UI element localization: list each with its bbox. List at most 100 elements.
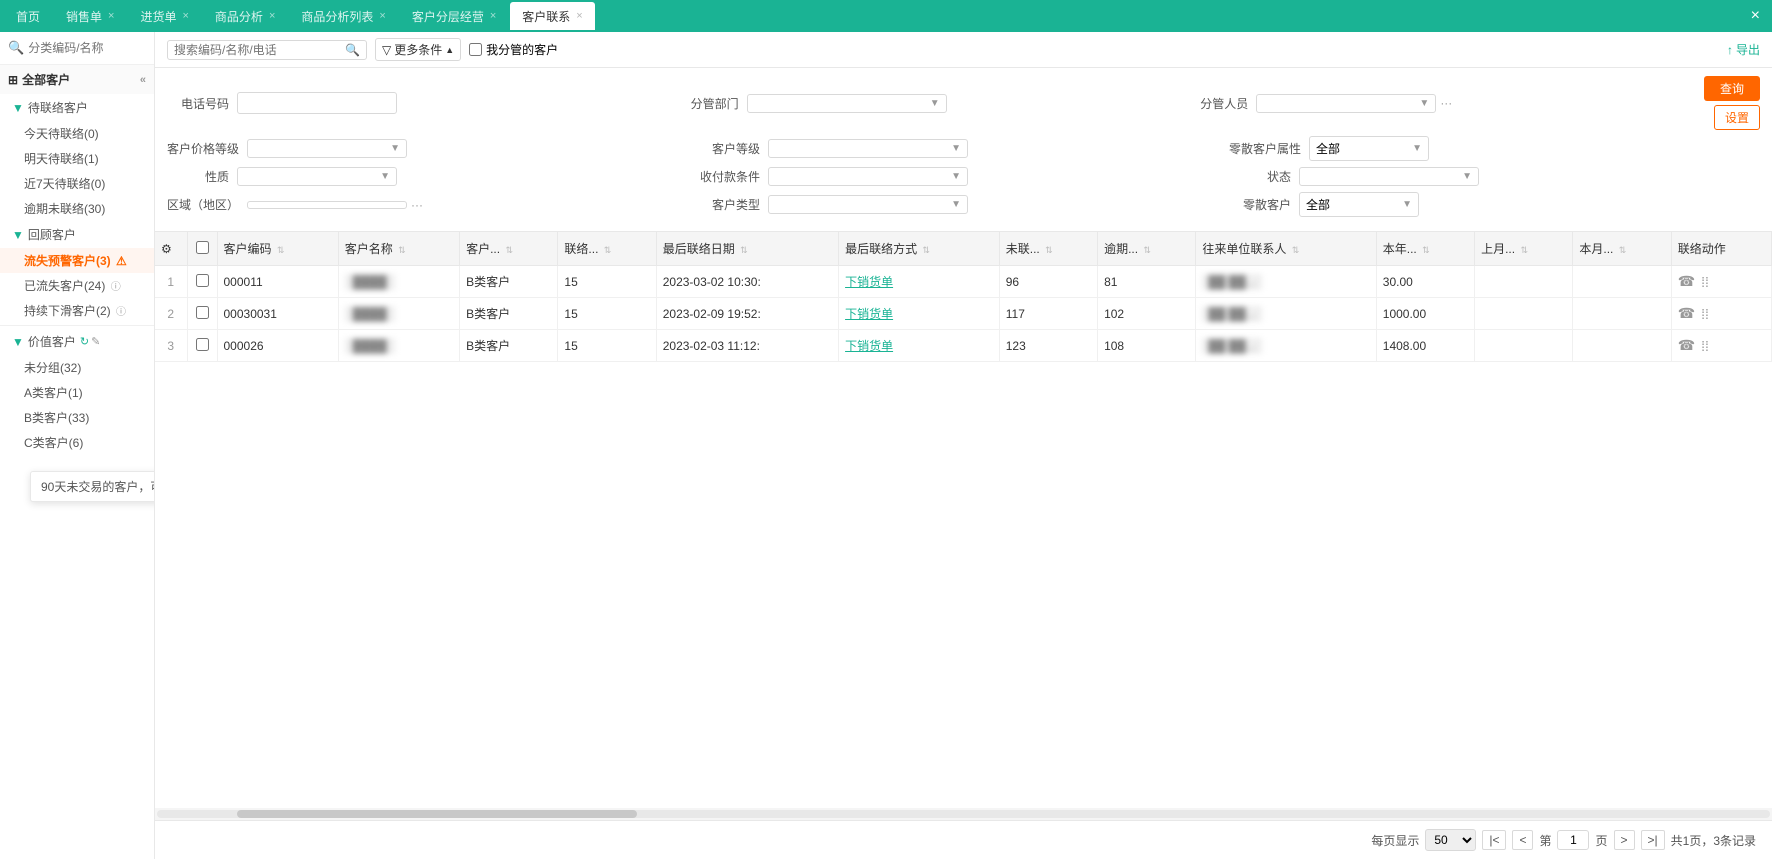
tab-purchase[interactable]: 进货单 × [128,2,200,30]
method-link[interactable]: 下销货单 [845,307,893,321]
col-lastdate-header[interactable]: 最后联络日期 ⇅ [656,232,838,266]
query-button[interactable]: 查询 [1704,76,1760,101]
sidebar-item-tomorrow[interactable]: 明天待联络(1) [0,146,154,171]
export-button[interactable]: ↑ 导出 [1727,41,1760,58]
content-area: 🔍 ▽ 更多条件 ▲ 我分管的客户 ↑ 导出 电话号码 [155,32,1772,859]
tab-product-list[interactable]: 商品分析列表 × [289,2,397,30]
sidebar-item-b-class[interactable]: B类客户(33) [0,405,154,430]
sidebar-item-declining[interactable]: 持续下滑客户(2) ⓘ [0,298,154,323]
row-checkbox-cell[interactable] [187,266,217,298]
region-dots[interactable]: ··· [407,198,427,212]
first-page-button[interactable]: |< [1482,830,1506,850]
page-number-input[interactable] [1557,830,1589,850]
nature-select[interactable]: ▼ [237,167,397,186]
my-customers-check[interactable] [469,43,482,56]
tab-sales-close[interactable]: × [108,10,114,22]
prev-page-button[interactable]: < [1512,830,1533,850]
row-checkbox[interactable] [196,338,209,351]
col-lastmethod-header[interactable]: 最后联络方式 ⇅ [839,232,1000,266]
col-code-header[interactable]: 客户编码 ⇅ [217,232,338,266]
row-checkbox-cell[interactable] [187,298,217,330]
sidebar-item-c-class[interactable]: C类客户(6) [0,430,154,455]
manager-select[interactable]: ▼ [1256,94,1436,113]
col-name-header[interactable]: 客户名称 ⇅ [338,232,459,266]
row-last-method[interactable]: 下销货单 [839,298,1000,330]
row-checkbox[interactable] [196,274,209,287]
search-input[interactable] [174,43,341,57]
tab-product-analysis[interactable]: 商品分析 × [203,2,287,30]
tab-customer-tier-close[interactable]: × [490,10,496,22]
tab-sales[interactable]: 销售单 × [54,2,126,30]
retail-attr-select[interactable]: 全部 ▼ [1309,136,1429,161]
phone-input[interactable] [237,92,397,114]
customer-level-select[interactable]: ▼ [768,139,968,158]
sidebar-search-input[interactable] [28,41,146,55]
contact-icon[interactable]: ☎ [1678,273,1695,290]
tab-customer-contact[interactable]: 客户联系 × [510,2,594,30]
dept-label: 分管部门 [677,95,747,112]
sidebar-item-ungrouped[interactable]: 未分组(32) [0,355,154,380]
arrow-icon-pending: ▼ [12,101,24,115]
col-year-header[interactable]: 本年... ⇅ [1376,232,1474,266]
col-overdue-header[interactable]: 逾期... ⇅ [1098,232,1196,266]
sidebar-item-a-class[interactable]: A类客户(1) [0,380,154,405]
edit-icon[interactable]: ✎ [91,335,100,348]
table-row: 2 00030031 ████ B类客户 15 2023-02-09 19:52… [155,298,1772,330]
sidebar-item-churn-warning[interactable]: 流失预警客户(3) ⚠ [0,248,154,273]
scrollbar-thumb[interactable] [237,810,637,818]
horizontal-scrollbar[interactable] [155,808,1772,820]
row-last-method[interactable]: 下销货单 [839,330,1000,362]
sidebar-item-churned[interactable]: 已流失客户(24) ⓘ [0,273,154,298]
dept-select[interactable]: ▼ [747,94,947,113]
col-nocontact-header[interactable]: 未联... ⇅ [999,232,1097,266]
next-page-button[interactable]: > [1614,830,1635,850]
search-submit-icon[interactable]: 🔍 [345,43,360,57]
row-last-method[interactable]: 下销货单 [839,266,1000,298]
my-customers-checkbox[interactable]: 我分管的客户 [469,41,558,58]
status-select[interactable]: ▼ [1299,167,1479,186]
col-type-header[interactable]: 客户... ⇅ [460,232,558,266]
region-select[interactable] [247,201,407,209]
settings-button[interactable]: 设置 [1714,105,1760,130]
more-action-icon[interactable]: ⁞⁞ [1701,306,1709,322]
contact-icon[interactable]: ☎ [1678,337,1695,354]
tab-customer-tier[interactable]: 客户分层经营 × [400,2,508,30]
last-page-button[interactable]: >| [1641,830,1665,850]
sidebar-item-overdue-contact[interactable]: 逾期未联络(30) [0,196,154,221]
col-contact-header[interactable]: 联络... ⇅ [558,232,656,266]
method-link[interactable]: 下销货单 [845,339,893,353]
per-page-select[interactable]: 50 20 100 [1425,829,1476,851]
more-conditions-button[interactable]: ▽ 更多条件 ▲ [375,38,461,61]
tab-customer-contact-close[interactable]: × [576,10,582,22]
section-value-title[interactable]: ▼ 价值客户 ↻ ✎ [0,328,154,355]
price-level-select[interactable]: ▼ [247,139,407,158]
col-settings-header[interactable]: ⚙ [155,232,187,266]
tab-product-analysis-close[interactable]: × [269,10,275,22]
sidebar-collapse-btn[interactable]: « [140,74,146,86]
row-checkbox-cell[interactable] [187,330,217,362]
manager-more-dots[interactable]: ··· [1436,96,1456,110]
window-close-button[interactable]: × [1743,7,1768,25]
tab-purchase-close[interactable]: × [182,10,188,22]
method-link[interactable]: 下销货单 [845,275,893,289]
payment-select[interactable]: ▼ [768,167,968,186]
section-pending-title[interactable]: ▼ 待联络客户 [0,94,154,121]
refresh-icon[interactable]: ↻ [80,335,89,348]
select-all-checkbox[interactable] [196,241,209,254]
more-action-icon[interactable]: ⁞⁞ [1701,338,1709,354]
col-lastmonth-header[interactable]: 上月... ⇅ [1475,232,1573,266]
col-thismonth-header[interactable]: 本月... ⇅ [1573,232,1671,266]
section-review-title[interactable]: ▼ 回顾客户 [0,221,154,248]
tab-homepage[interactable]: 首页 [4,2,52,30]
sidebar-item-7days[interactable]: 近7天待联络(0) [0,171,154,196]
more-action-icon[interactable]: ⁞⁞ [1701,274,1709,290]
tab-product-list-close[interactable]: × [379,10,385,22]
row-checkbox[interactable] [196,306,209,319]
contact-icon[interactable]: ☎ [1678,305,1695,322]
col-person-header[interactable]: 往来单位联系人 ⇅ [1196,232,1376,266]
sidebar-all-customers[interactable]: ⊞ 全部客户 « [0,65,154,94]
sidebar-item-today[interactable]: 今天待联络(0) [0,121,154,146]
retail-select[interactable]: 全部 ▼ [1299,192,1419,217]
customer-type-select[interactable]: ▼ [768,195,968,214]
col-checkbox-header[interactable] [187,232,217,266]
